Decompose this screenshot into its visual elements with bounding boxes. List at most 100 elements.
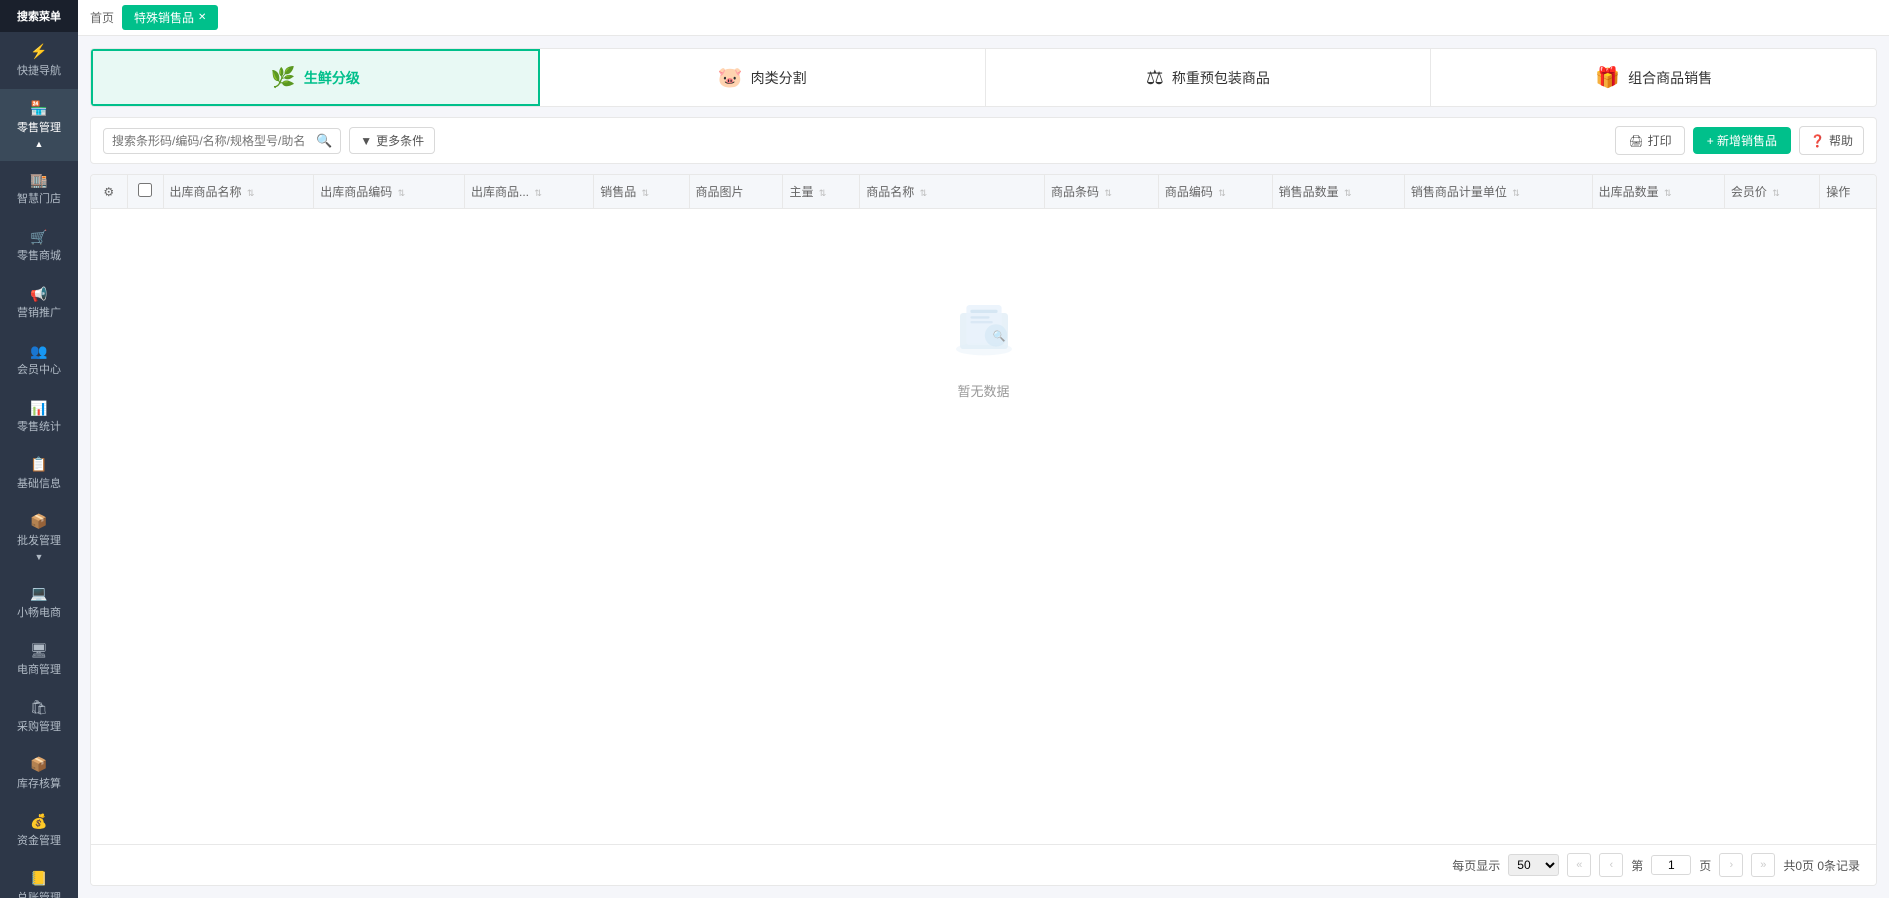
sidebar-label-inventory: 库存核算: [17, 777, 61, 792]
sort-icon-sales-unit[interactable]: ⇅: [1512, 188, 1520, 198]
combo-sales-icon: 🎁: [1595, 65, 1620, 90]
sort-icon-out-code[interactable]: ⇅: [398, 188, 406, 198]
col-check[interactable]: [127, 175, 163, 209]
sidebar-label-retail-mall: 零售商城: [17, 249, 61, 264]
basic-info-icon: 📋: [30, 455, 47, 475]
col-barcode-label: 商品条码: [1051, 185, 1099, 199]
col-barcode: 商品条码 ⇅: [1045, 175, 1159, 209]
weighed-pkg-icon: ⚖: [1146, 65, 1164, 90]
sort-icon-barcode[interactable]: ⇅: [1104, 188, 1112, 198]
sidebar-item-retail-stats[interactable]: 📊 零售统计: [0, 389, 78, 446]
sort-icon-product-name[interactable]: ⇅: [920, 188, 928, 198]
next-page-button[interactable]: ›: [1719, 853, 1743, 877]
search-input[interactable]: [112, 134, 312, 148]
sort-icon-main-weight[interactable]: ⇅: [819, 188, 827, 198]
sidebar-label-smart-store: 智慧门店: [17, 192, 61, 207]
table-container: ⚙ 出库商品名称 ⇅ 出库商品编码 ⇅: [90, 174, 1877, 886]
tab-close-icon[interactable]: ✕: [198, 12, 206, 23]
sort-icon-member-price[interactable]: ⇅: [1772, 188, 1780, 198]
topbar: 首页 特殊销售品 ✕: [78, 0, 1889, 36]
sidebar-item-smart-store[interactable]: 🏬 智慧门店: [0, 161, 78, 218]
sidebar-item-member-center[interactable]: 👥 会员中心: [0, 332, 78, 389]
add-sales-button[interactable]: + 新增销售品: [1693, 127, 1791, 154]
sidebar-item-mini-ecom[interactable]: 💻 小畅电商: [0, 574, 78, 631]
prev-page-button[interactable]: ‹: [1599, 853, 1623, 877]
sidebar-item-basic-info[interactable]: 📋 基础信息: [0, 445, 78, 502]
print-button[interactable]: 🖨 打印: [1615, 126, 1684, 155]
sidebar-item-capital-mgmt[interactable]: 💰 资金管理: [0, 802, 78, 859]
page-label: 第: [1631, 857, 1643, 874]
app-logo: 搜索菜单: [0, 0, 78, 32]
col-sales-unit-label: 销售商品计量单位: [1411, 185, 1507, 199]
retail-stats-icon: 📊: [30, 399, 47, 419]
cat-tab-fresh-grade[interactable]: 🌿 生鲜分级: [91, 49, 540, 106]
col-action-label: 操作: [1826, 185, 1850, 199]
filter-button[interactable]: ▼ 更多条件: [349, 127, 435, 154]
help-icon: ❓: [1810, 134, 1825, 148]
first-page-button[interactable]: «: [1567, 853, 1591, 877]
col-out-spec: 出库商品... ⇅: [465, 175, 594, 209]
col-sales-unit: 销售商品计量单位 ⇅: [1404, 175, 1592, 209]
fresh-grade-icon: 🌿: [271, 65, 296, 90]
col-member-price-label: 会员价: [1731, 185, 1767, 199]
cat-tab-combo-sales[interactable]: 🎁 组合商品销售: [1431, 49, 1876, 106]
sidebar-item-quick-nav[interactable]: ⚡ 快捷导航: [0, 32, 78, 89]
page-input[interactable]: [1651, 855, 1691, 875]
retail-mall-icon: 🛒: [30, 228, 47, 248]
col-product-code: 商品编码 ⇅: [1158, 175, 1272, 209]
col-sales-qty-label: 销售品数量: [1279, 185, 1339, 199]
retail-mgmt-icon: 🏪: [30, 99, 47, 119]
empty-text: 暂无数据: [957, 381, 1009, 400]
data-table: ⚙ 出库商品名称 ⇅ 出库商品编码 ⇅: [91, 175, 1876, 209]
sidebar-item-ecom-mgmt[interactable]: 🖥 电商管理: [0, 631, 78, 688]
sidebar-label-member-center: 会员中心: [17, 363, 61, 378]
sidebar-item-inventory[interactable]: 📦 库存核算: [0, 745, 78, 802]
col-product-img: 商品图片: [689, 175, 783, 209]
total-text: 共0页 0条记录: [1783, 857, 1860, 874]
per-page-select[interactable]: 50 10 20 100: [1508, 854, 1559, 876]
sidebar-label-basic-info: 基础信息: [17, 477, 61, 492]
help-label: 帮助: [1829, 132, 1853, 149]
sidebar-label-ledger-mgmt: 总账管理: [17, 891, 61, 898]
current-tab[interactable]: 特殊销售品 ✕: [122, 5, 218, 30]
sort-icon-out-name[interactable]: ⇅: [247, 188, 255, 198]
filter-icon: ▼: [360, 134, 372, 148]
cat-tab-weighed-pkg[interactable]: ⚖ 称重预包装商品: [986, 49, 1432, 106]
col-action: 操作: [1820, 175, 1876, 209]
sidebar-item-batch-mgmt[interactable]: 📦 批发管理 ▼: [0, 502, 78, 574]
smart-store-icon: 🏬: [30, 171, 47, 191]
sort-icon-product-code[interactable]: ⇅: [1218, 188, 1226, 198]
col-main-weight: 主量 ⇅: [783, 175, 860, 209]
col-gear[interactable]: ⚙: [91, 175, 127, 209]
select-all-checkbox[interactable]: [138, 183, 152, 197]
cat-tab-fresh-grade-label: 生鲜分级: [304, 68, 360, 88]
sidebar-item-retail-mgmt[interactable]: 🏪 零售管理 ▲: [0, 89, 78, 161]
sort-icon-sales-item[interactable]: ⇅: [642, 188, 650, 198]
sort-icon-sales-qty[interactable]: ⇅: [1344, 188, 1352, 198]
toolbar: 🔍 ▼ 更多条件 🖨 打印 + 新增销售品 ❓ 帮助: [90, 117, 1877, 164]
col-out-code-label: 出库商品编码: [320, 185, 392, 199]
sidebar-label-capital-mgmt: 资金管理: [17, 834, 61, 849]
search-box[interactable]: 🔍: [103, 128, 341, 154]
sidebar-item-ledger-mgmt[interactable]: 📒 总账管理: [0, 859, 78, 898]
page-suffix: 页: [1699, 857, 1711, 874]
sidebar-label-ecom-mgmt: 电商管理: [17, 663, 61, 678]
sort-icon-out-spec[interactable]: ⇅: [534, 188, 542, 198]
gear-icon[interactable]: ⚙: [103, 185, 114, 199]
chevron-down-icon-2: ▼: [35, 551, 44, 564]
cat-tab-meat-cut[interactable]: 🐷 肉类分割: [540, 49, 986, 106]
sidebar-item-marketing[interactable]: 📢 营销推广: [0, 275, 78, 332]
table-scroll[interactable]: ⚙ 出库商品名称 ⇅ 出库商品编码 ⇅: [91, 175, 1876, 844]
search-icon[interactable]: 🔍: [316, 133, 332, 149]
help-button[interactable]: ❓ 帮助: [1799, 126, 1864, 155]
last-page-button[interactable]: »: [1751, 853, 1775, 877]
col-sales-item-label: 销售品: [600, 185, 636, 199]
sidebar-item-purchase-mgmt[interactable]: 🛍 采购管理: [0, 688, 78, 745]
sort-icon-out-qty[interactable]: ⇅: [1664, 188, 1672, 198]
inventory-icon: 📦: [30, 755, 47, 775]
sidebar-item-retail-mall[interactable]: 🛒 零售商城: [0, 218, 78, 275]
col-product-code-label: 商品编码: [1165, 185, 1213, 199]
home-tab[interactable]: 首页: [90, 9, 114, 26]
sidebar-label-retail-mgmt: 零售管理: [17, 121, 61, 136]
col-product-img-label: 商品图片: [696, 185, 744, 199]
